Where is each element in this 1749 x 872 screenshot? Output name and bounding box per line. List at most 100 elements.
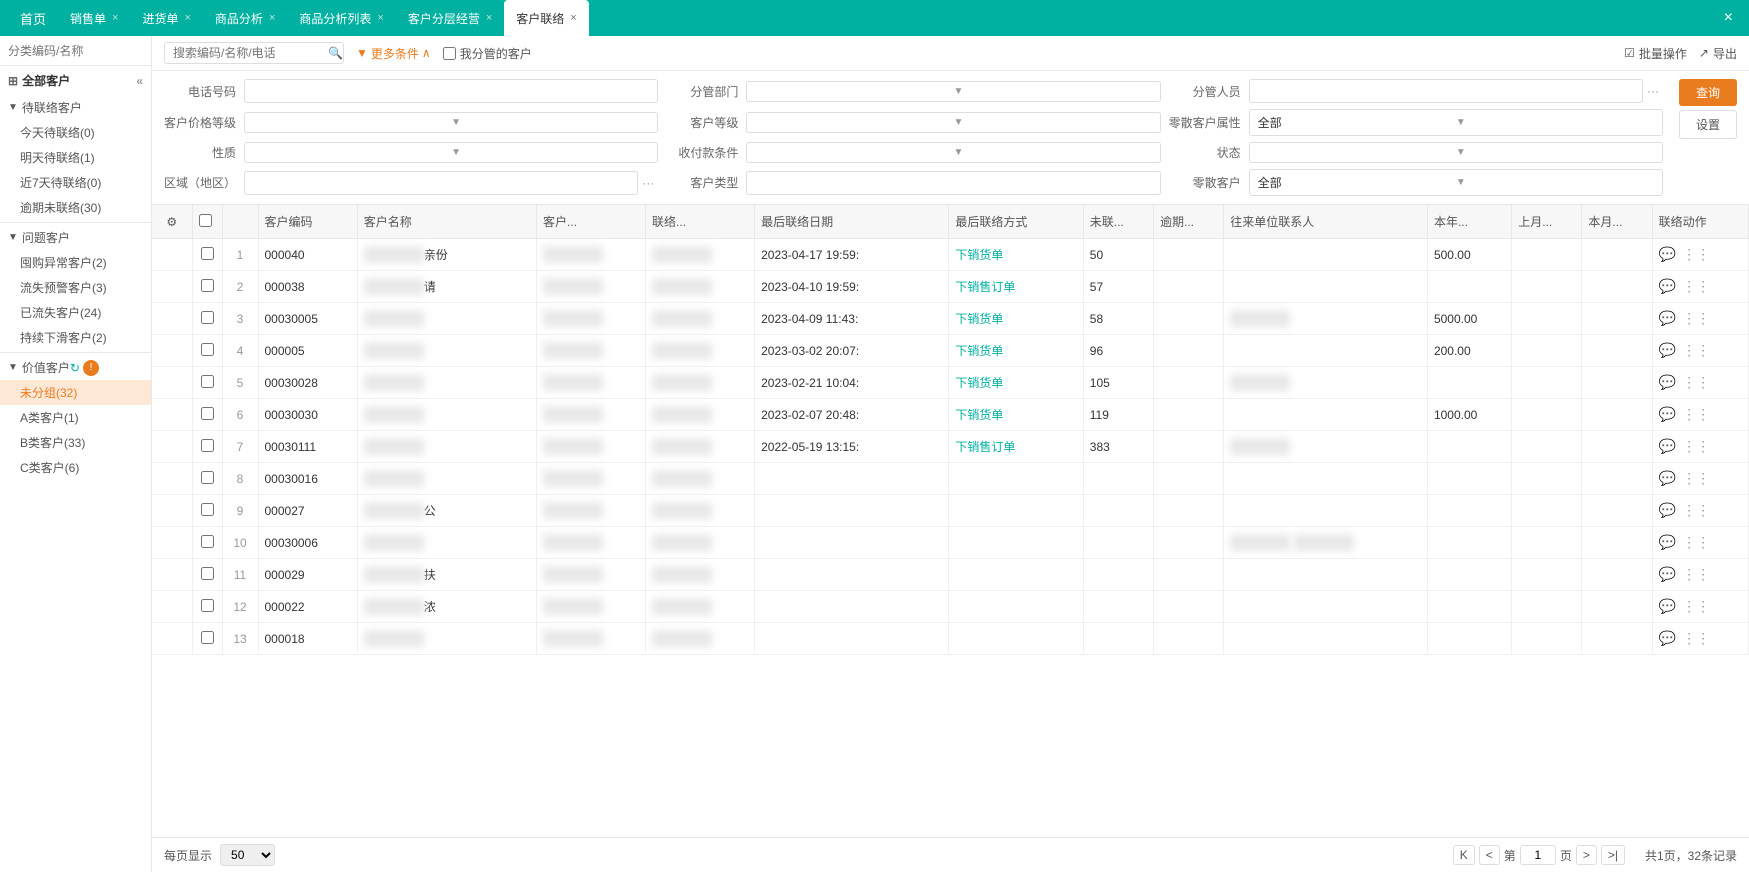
nature-select[interactable]: ▼ <box>244 142 658 163</box>
page-size-select[interactable]: 50 100 200 <box>220 844 275 866</box>
row-check-col[interactable] <box>192 559 222 591</box>
refresh-icon[interactable]: ↻ <box>70 361 80 375</box>
row-check-col[interactable] <box>192 239 222 271</box>
row-checkbox[interactable] <box>201 279 214 292</box>
action-phone-icon[interactable]: 💬 <box>1659 566 1676 583</box>
next-page-btn[interactable]: > <box>1576 845 1597 865</box>
last-method-link[interactable]: 下销货单 <box>955 248 1003 262</box>
retail-attr-select[interactable]: 全部 ▼ <box>1249 109 1663 136</box>
first-page-btn[interactable]: K <box>1453 845 1475 865</box>
th-settings[interactable]: ⚙ <box>152 205 192 239</box>
sidebar-item-today[interactable]: 今天待联络(0) <box>0 120 151 145</box>
th-this-year[interactable]: 本年... <box>1427 205 1511 239</box>
action-more-icon[interactable]: ⋮⋮ <box>1682 502 1710 519</box>
action-phone-icon[interactable]: 💬 <box>1659 246 1676 263</box>
action-more-icon[interactable]: ⋮⋮ <box>1682 246 1710 263</box>
reset-button[interactable]: 设置 <box>1679 110 1737 139</box>
action-phone-icon[interactable]: 💬 <box>1659 502 1676 519</box>
close-product-list-tab[interactable]: × <box>377 12 383 24</box>
action-phone-icon[interactable]: 💬 <box>1659 598 1676 615</box>
row-checkbox[interactable] <box>201 599 214 612</box>
th-customer-code[interactable]: 客户编码 <box>258 205 357 239</box>
payment-select[interactable]: ▼ <box>746 142 1160 163</box>
sidebar-item-class-c[interactable]: C类客户(6) <box>0 455 151 480</box>
action-more-icon[interactable]: ⋮⋮ <box>1682 534 1710 551</box>
export-btn[interactable]: ↗ 导出 <box>1699 45 1737 62</box>
th-last-month[interactable]: 上月... <box>1512 205 1582 239</box>
row-checkbox[interactable] <box>201 471 214 484</box>
nav-tab-product-list[interactable]: 商品分析列表 × <box>287 0 395 36</box>
action-phone-icon[interactable]: 💬 <box>1659 278 1676 295</box>
last-method-link[interactable]: 下销货单 <box>955 376 1003 390</box>
sidebar-all-customers[interactable]: ⊞ 全部客户 « <box>0 66 151 95</box>
customer-type-input[interactable] <box>746 171 1160 195</box>
last-method-link[interactable]: 下销货单 <box>955 312 1003 326</box>
sidebar-group-problem[interactable]: ▼ 问题客户 <box>0 225 151 250</box>
action-more-icon[interactable]: ⋮⋮ <box>1682 310 1710 327</box>
row-check-col[interactable] <box>192 367 222 399</box>
close-product-analysis-tab[interactable]: × <box>269 12 275 24</box>
status-select[interactable]: ▼ <box>1249 142 1663 163</box>
action-phone-icon[interactable]: 💬 <box>1659 342 1676 359</box>
action-more-icon[interactable]: ⋮⋮ <box>1682 630 1710 647</box>
row-checkbox[interactable] <box>201 631 214 644</box>
row-check-col[interactable] <box>192 591 222 623</box>
filter-search-box[interactable]: 🔍 <box>164 42 344 64</box>
customer-level-select[interactable]: ▼ <box>746 112 1160 133</box>
action-more-icon[interactable]: ⋮⋮ <box>1682 406 1710 423</box>
row-check-col[interactable] <box>192 303 222 335</box>
filter-search-icon[interactable]: 🔍 <box>328 46 343 60</box>
th-no-contact[interactable]: 未联... <box>1083 205 1153 239</box>
prev-page-btn[interactable]: < <box>1479 845 1500 865</box>
nav-tab-purchase[interactable]: 进货单 × <box>130 0 202 36</box>
manager-input[interactable] <box>1249 79 1643 103</box>
action-more-icon[interactable]: ⋮⋮ <box>1682 566 1710 583</box>
sidebar-item-ungrouped[interactable]: 未分组(32) <box>0 380 151 405</box>
action-more-icon[interactable]: ⋮⋮ <box>1682 438 1710 455</box>
action-phone-icon[interactable]: 💬 <box>1659 630 1676 647</box>
action-more-icon[interactable]: ⋮⋮ <box>1682 470 1710 487</box>
sidebar-search-input[interactable] <box>8 44 152 58</box>
nav-tab-sales[interactable]: 销售单 × <box>58 0 130 36</box>
batch-op-btn[interactable]: ☑ 批量操作 <box>1624 45 1687 62</box>
action-phone-icon[interactable]: 💬 <box>1659 534 1676 551</box>
action-more-icon[interactable]: ⋮⋮ <box>1682 598 1710 615</box>
th-contact[interactable]: 联络... <box>646 205 755 239</box>
close-sales-tab[interactable]: × <box>112 12 118 24</box>
action-phone-icon[interactable]: 💬 <box>1659 438 1676 455</box>
action-more-icon[interactable]: ⋮⋮ <box>1682 374 1710 391</box>
row-checkbox[interactable] <box>201 343 214 356</box>
sidebar-item-7days[interactable]: 近7天待联络(0) <box>0 170 151 195</box>
row-check-col[interactable] <box>192 463 222 495</box>
action-more-icon[interactable]: ⋮⋮ <box>1682 342 1710 359</box>
close-customer-contact-tab[interactable]: × <box>570 12 576 24</box>
th-check[interactable] <box>192 205 222 239</box>
th-action[interactable]: 联络动作 <box>1652 205 1748 239</box>
sidebar-item-abnormal[interactable]: 囤购异常客户(2) <box>0 250 151 275</box>
row-check-col[interactable] <box>192 527 222 559</box>
row-checkbox[interactable] <box>201 375 214 388</box>
sidebar-search-box[interactable]: 🔍 <box>0 36 151 66</box>
row-check-col[interactable] <box>192 335 222 367</box>
collapse-btn[interactable]: « <box>136 74 143 88</box>
my-customers-checkbox[interactable] <box>443 47 456 60</box>
row-check-col[interactable] <box>192 399 222 431</box>
retail-customer-select[interactable]: 全部 ▼ <box>1249 169 1663 196</box>
row-check-col[interactable] <box>192 431 222 463</box>
action-phone-icon[interactable]: 💬 <box>1659 374 1676 391</box>
th-this-month[interactable]: 本月... <box>1582 205 1652 239</box>
sidebar-item-class-b[interactable]: B类客户(33) <box>0 430 151 455</box>
sidebar-item-churn-warn[interactable]: 流失预警客户(3) <box>0 275 151 300</box>
filter-search-input[interactable] <box>173 46 328 60</box>
close-purchase-tab[interactable]: × <box>184 12 190 24</box>
th-related-contacts[interactable]: 往来单位联系人 <box>1224 205 1428 239</box>
region-input[interactable] <box>244 171 638 195</box>
page-input[interactable] <box>1520 845 1556 865</box>
row-check-col[interactable] <box>192 495 222 527</box>
filter-more-btn[interactable]: ▼ 更多条件 ∧ <box>356 45 431 62</box>
action-phone-icon[interactable]: 💬 <box>1659 406 1676 423</box>
sidebar-group-value[interactable]: ▼ 价值客户 ↻ ! <box>0 355 151 380</box>
sidebar-item-declining[interactable]: 持续下滑客户(2) <box>0 325 151 350</box>
region-dots[interactable]: ··· <box>638 176 658 190</box>
row-checkbox[interactable] <box>201 503 214 516</box>
